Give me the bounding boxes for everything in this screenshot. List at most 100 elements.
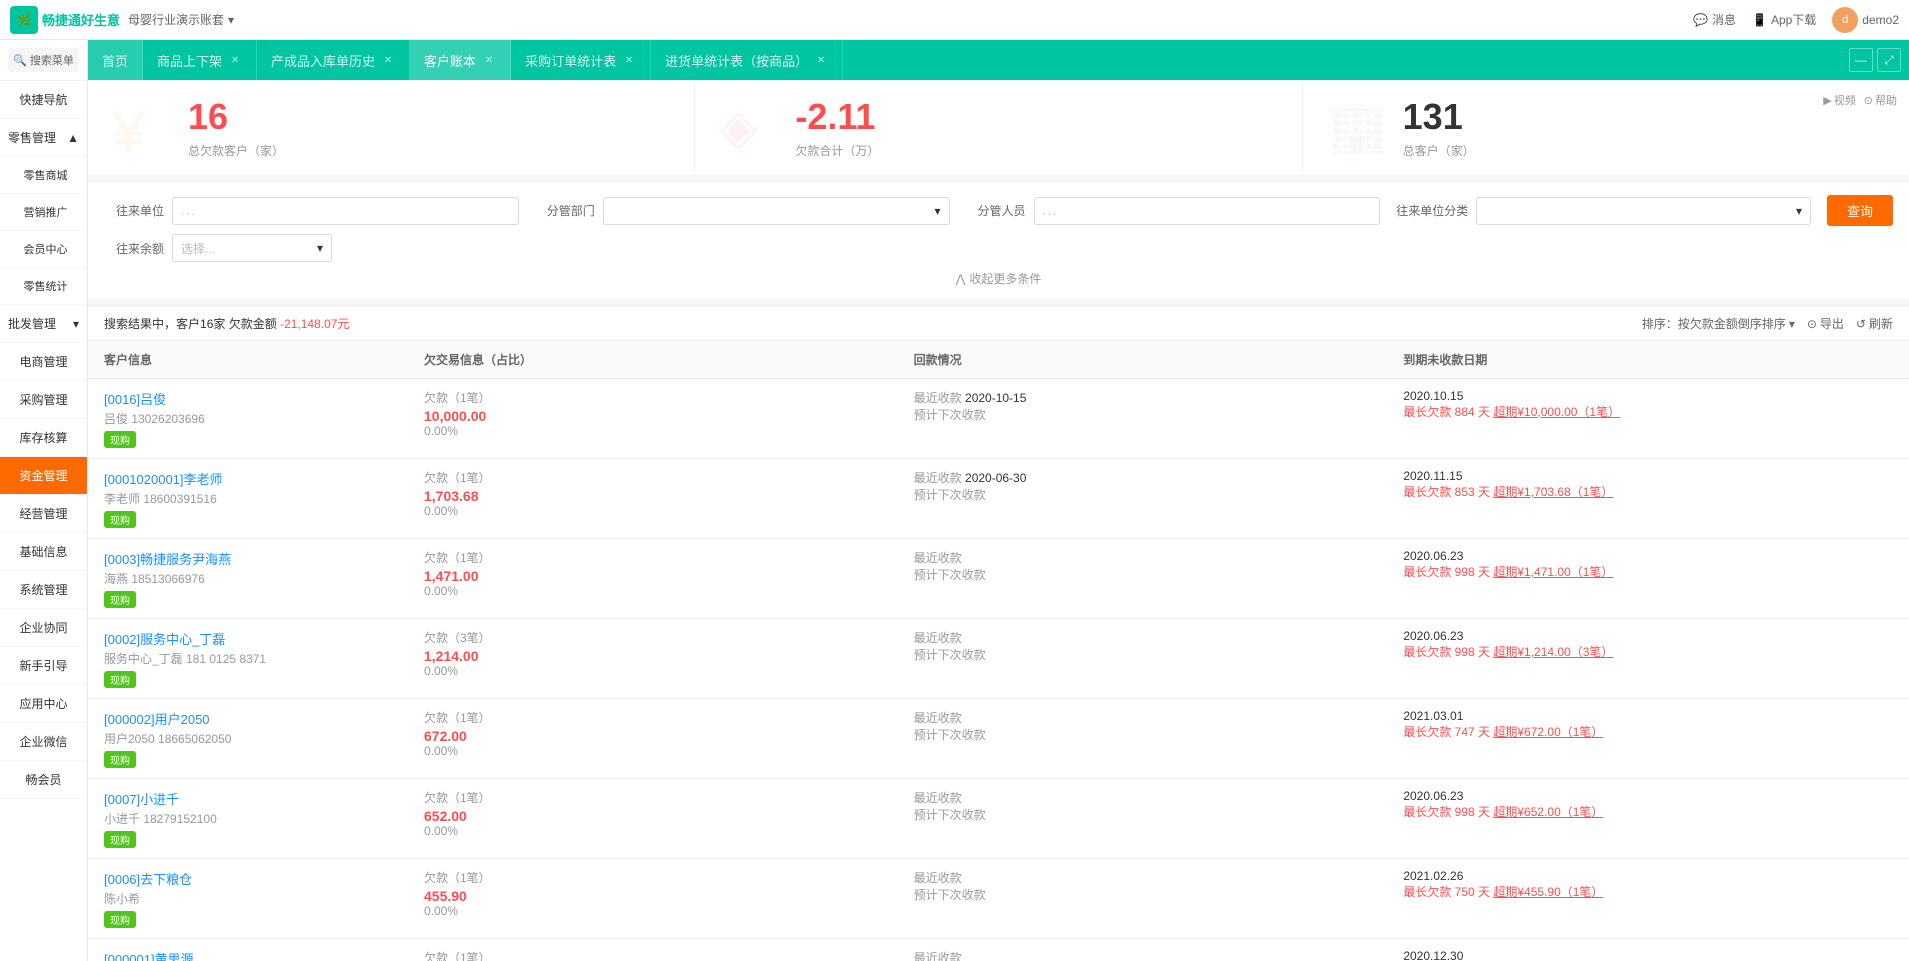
overdue-link-5[interactable]: 超期¥652.00（1笔）: [1493, 805, 1603, 819]
due-date-5: 2020.06.23: [1403, 789, 1893, 803]
due-date-0: 2020.10.15: [1403, 389, 1893, 403]
cell-recovery-0: 最近收款 2020-10-15 预计下次收款: [914, 389, 1404, 448]
app-download-btn[interactable]: 📱 App下载: [1752, 11, 1816, 28]
sidebar-item-member-center[interactable]: 会员中心: [0, 231, 87, 268]
dept-label: 分管部门: [535, 202, 595, 219]
tab-stock-stats[interactable]: 进货单统计表（按商品） ✕: [651, 40, 843, 80]
user-avatar[interactable]: d demo2: [1832, 7, 1899, 33]
tab-production-history[interactable]: 产成品入库单历史 ✕: [257, 40, 410, 80]
next-recovery-2: 预计下次收款: [914, 566, 1404, 583]
overdue-link-3[interactable]: 超期¥1,214.00（3笔）: [1493, 645, 1613, 659]
tab-close-production-history[interactable]: ✕: [381, 53, 395, 67]
unit-category-select[interactable]: ▾: [1476, 197, 1811, 225]
sort-selector[interactable]: 排序：按欠款金额倒序排序 ▾: [1642, 315, 1795, 332]
collapse-btn[interactable]: ⋀ 收起更多条件: [104, 270, 1893, 287]
customer-tag-4: 现购: [104, 751, 136, 768]
sidebar-item-system[interactable]: 系统管理: [0, 571, 87, 609]
sidebar-item-app-center[interactable]: 应用中心: [0, 685, 87, 723]
tab-customer-account[interactable]: 客户账本 ✕: [410, 40, 511, 80]
customer-phone-5: 小进千 18279152100: [104, 810, 424, 827]
sidebar-item-retail-mgmt[interactable]: 零售管理 ▲: [0, 119, 87, 157]
customer-name-2[interactable]: [0003]畅捷服务尹海燕: [104, 549, 424, 568]
source-unit-input[interactable]: ...: [172, 197, 519, 225]
debt-amount-5: 652.00: [424, 808, 914, 824]
cell-customer-1: [0001020001]李老师 李老师 18600391516 现购: [104, 469, 424, 528]
overdue-days-5: 最长欠款 998 天 超期¥652.00（1笔）: [1403, 803, 1893, 820]
tab-close-purchase-order[interactable]: ✕: [622, 53, 636, 67]
refresh-btn[interactable]: ↺ 刷新: [1856, 315, 1893, 332]
overdue-days-0: 最长欠款 884 天 超期¥10,000.00（1笔）: [1403, 403, 1893, 420]
sidebar-item-purchase[interactable]: 采购管理: [0, 381, 87, 419]
sidebar-item-free-member[interactable]: 畅会员: [0, 761, 87, 799]
view-video-btn[interactable]: ▶ 视频: [1823, 92, 1855, 108]
message-btn[interactable]: 💬 消息: [1693, 11, 1736, 28]
cell-debt-2: 欠款（1笔） 1,471.00 0.00%: [424, 549, 914, 608]
sidebar-item-retail-mall[interactable]: 零售商城: [0, 157, 87, 194]
sidebar-item-inventory[interactable]: 库存核算: [0, 419, 87, 457]
tab-purchase-order-label: 采购订单统计表: [525, 51, 616, 70]
sidebar-item-basic-info[interactable]: 基础信息: [0, 533, 87, 571]
search-menu-btn[interactable]: 🔍 搜索菜单: [8, 48, 79, 72]
search-button[interactable]: 查询: [1827, 195, 1893, 226]
overdue-link-2[interactable]: 超期¥1,471.00（1笔）: [1493, 565, 1613, 579]
overdue-customers-label: 总欠款客户（家）: [188, 142, 284, 159]
sidebar-item-retail-stats[interactable]: 零售统计: [0, 268, 87, 305]
sidebar-item-enterprise-collab[interactable]: 企业协同: [0, 609, 87, 647]
customer-tag-2: 现购: [104, 591, 136, 608]
filter-row-2: 往来余额 选择... ▾: [104, 234, 1893, 262]
debt-amount-6: 455.90: [424, 888, 914, 904]
logo-area: 🌿 畅捷通好生意: [10, 6, 120, 34]
sidebar-item-enterprise-wechat[interactable]: 企业微信: [0, 723, 87, 761]
overdue-customers-number: 16: [188, 96, 284, 138]
customer-name-6[interactable]: [0006]去下粮仓: [104, 869, 424, 888]
debt-count-7: 欠款（1笔）: [424, 949, 914, 961]
help-btn[interactable]: ⊙ 帮助: [1864, 92, 1897, 108]
store-selector[interactable]: 母婴行业演示账套 ▾: [128, 11, 234, 28]
sidebar-item-finance[interactable]: 资金管理: [0, 457, 87, 495]
manager-label: 分管人员: [966, 202, 1026, 219]
overdue-link-6[interactable]: 超期¥455.90（1笔）: [1493, 885, 1603, 899]
sidebar-item-batch-mgmt[interactable]: 批发管理 ▾: [0, 305, 87, 343]
dept-select[interactable]: ▾: [603, 197, 950, 225]
sidebar-item-operations[interactable]: 经营管理: [0, 495, 87, 533]
tab-close-product-offline[interactable]: ✕: [228, 53, 242, 67]
overdue-link-4[interactable]: 超期¥672.00（1笔）: [1493, 725, 1603, 739]
tab-maximize-btn[interactable]: ⤢: [1877, 48, 1901, 72]
header-recovery: 回款情况: [914, 351, 1404, 368]
customer-name-0[interactable]: [0016]吕俊: [104, 389, 424, 408]
stats-row: ¥ 16 总欠款客户（家） ◈ -2.11: [88, 80, 1909, 175]
sidebar-search[interactable]: 🔍 搜索菜单: [0, 40, 87, 81]
avatar-icon: d: [1832, 7, 1858, 33]
customer-name-5[interactable]: [0007]小进千: [104, 789, 424, 808]
balance-select[interactable]: 选择... ▾: [172, 234, 332, 262]
overdue-link-0[interactable]: 超期¥10,000.00（1笔）: [1493, 405, 1620, 419]
tab-close-stock-stats[interactable]: ✕: [814, 53, 828, 67]
sidebar-item-quick-nav[interactable]: 快捷导航: [0, 81, 87, 119]
stat-card-actions: ▶ 视频 ⊙ 帮助: [1823, 92, 1897, 108]
next-recovery-4: 预计下次收款: [914, 726, 1404, 743]
stat-total-customers: 🏢 131 总客户（家） ▶ 视频 ⊙: [1303, 80, 1909, 175]
tab-product-offline[interactable]: 商品上下架 ✕: [143, 40, 257, 80]
tab-minimize-btn[interactable]: —: [1849, 48, 1873, 72]
sidebar-item-ecommerce[interactable]: 电商管理: [0, 343, 87, 381]
customer-phone-4: 用户2050 18665062050: [104, 730, 424, 747]
customer-name-3[interactable]: [0002]服务中心_丁磊: [104, 629, 424, 648]
cell-due-7: 2020.12.30 最长欠款 808 天 超期¥429.00（1笔）: [1403, 949, 1893, 961]
sidebar-item-newbie[interactable]: 新手引导: [0, 647, 87, 685]
customer-phone-0: 吕俊 13026203696: [104, 410, 424, 427]
stat-diamond-icon: ◈: [719, 98, 779, 158]
tab-purchase-order[interactable]: 采购订单统计表 ✕: [511, 40, 651, 80]
customer-name-7[interactable]: [000001]黄思源: [104, 949, 424, 961]
export-btn[interactable]: ⊙ 导出: [1807, 315, 1844, 332]
debt-count-4: 欠款（1笔）: [424, 709, 914, 726]
tab-close-customer-account[interactable]: ✕: [482, 53, 496, 67]
tab-home[interactable]: 首页: [88, 40, 143, 80]
overdue-link-1[interactable]: 超期¥1,703.68（1笔）: [1493, 485, 1613, 499]
sidebar-item-marketing[interactable]: 营销推广: [0, 194, 87, 231]
recovery-1: 最近收款 2020-06-30: [914, 469, 1404, 486]
cell-customer-7: [000001]黄思源 黄思源 13552700226 现购: [104, 949, 424, 961]
customer-name-4[interactable]: [000002]用户2050: [104, 709, 424, 728]
customer-name-1[interactable]: [0001020001]李老师: [104, 469, 424, 488]
manager-input[interactable]: ...: [1034, 197, 1381, 225]
sidebar: 🔍 搜索菜单 快捷导航 零售管理 ▲ 零售商城 营销推广 会员中心 零售统计: [0, 40, 88, 961]
